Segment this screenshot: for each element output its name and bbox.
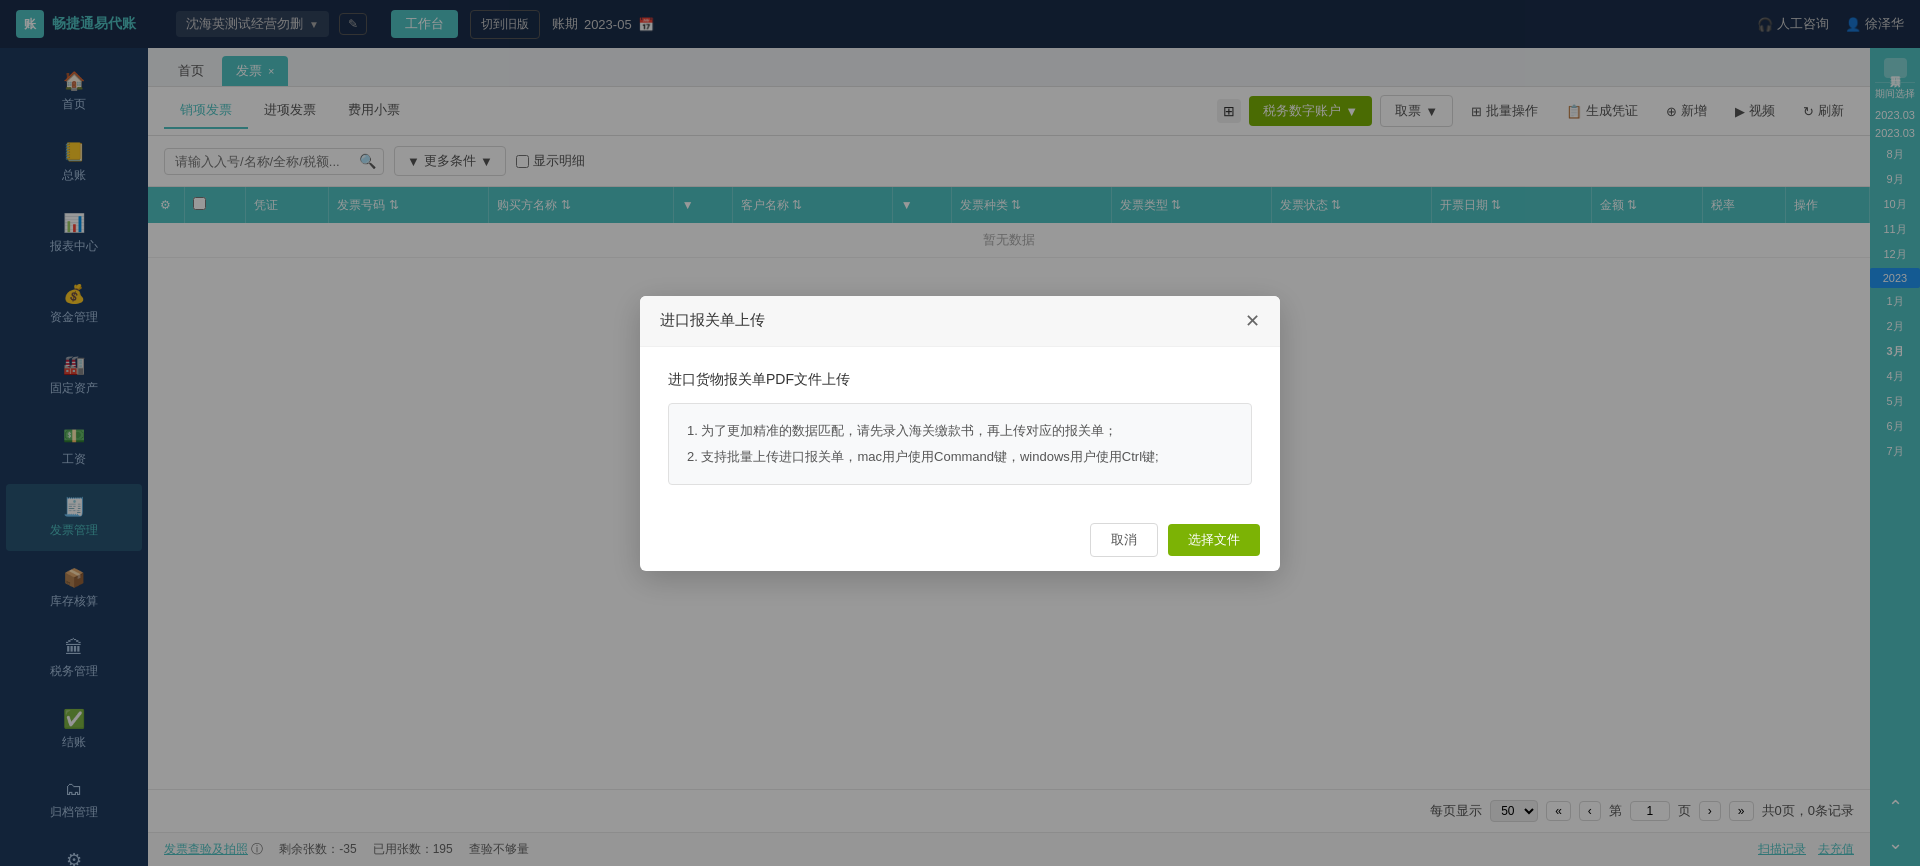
modal-close-button[interactable]: ✕	[1245, 310, 1260, 332]
modal-info-item-2: 2. 支持批量上传进口报关单，mac用户使用Command键，windows用户…	[687, 444, 1233, 470]
modal-header: 进口报关单上传 ✕	[640, 296, 1280, 347]
modal-info-item-1: 1. 为了更加精准的数据匹配，请先录入海关缴款书，再上传对应的报关单；	[687, 418, 1233, 444]
modal-info-box: 1. 为了更加精准的数据匹配，请先录入海关缴款书，再上传对应的报关单； 2. 支…	[668, 403, 1252, 485]
modal-body: 进口货物报关单PDF文件上传 1. 为了更加精准的数据匹配，请先录入海关缴款书，…	[640, 347, 1280, 509]
modal-title: 进口报关单上传	[660, 311, 765, 330]
import-modal: 进口报关单上传 ✕ 进口货物报关单PDF文件上传 1. 为了更加精准的数据匹配，…	[640, 296, 1280, 571]
modal-overlay[interactable]: 进口报关单上传 ✕ 进口货物报关单PDF文件上传 1. 为了更加精准的数据匹配，…	[0, 0, 1920, 866]
modal-cancel-button[interactable]: 取消	[1090, 523, 1158, 557]
modal-footer: 取消 选择文件	[640, 509, 1280, 571]
modal-section-title: 进口货物报关单PDF文件上传	[668, 371, 1252, 389]
modal-select-file-button[interactable]: 选择文件	[1168, 524, 1260, 556]
